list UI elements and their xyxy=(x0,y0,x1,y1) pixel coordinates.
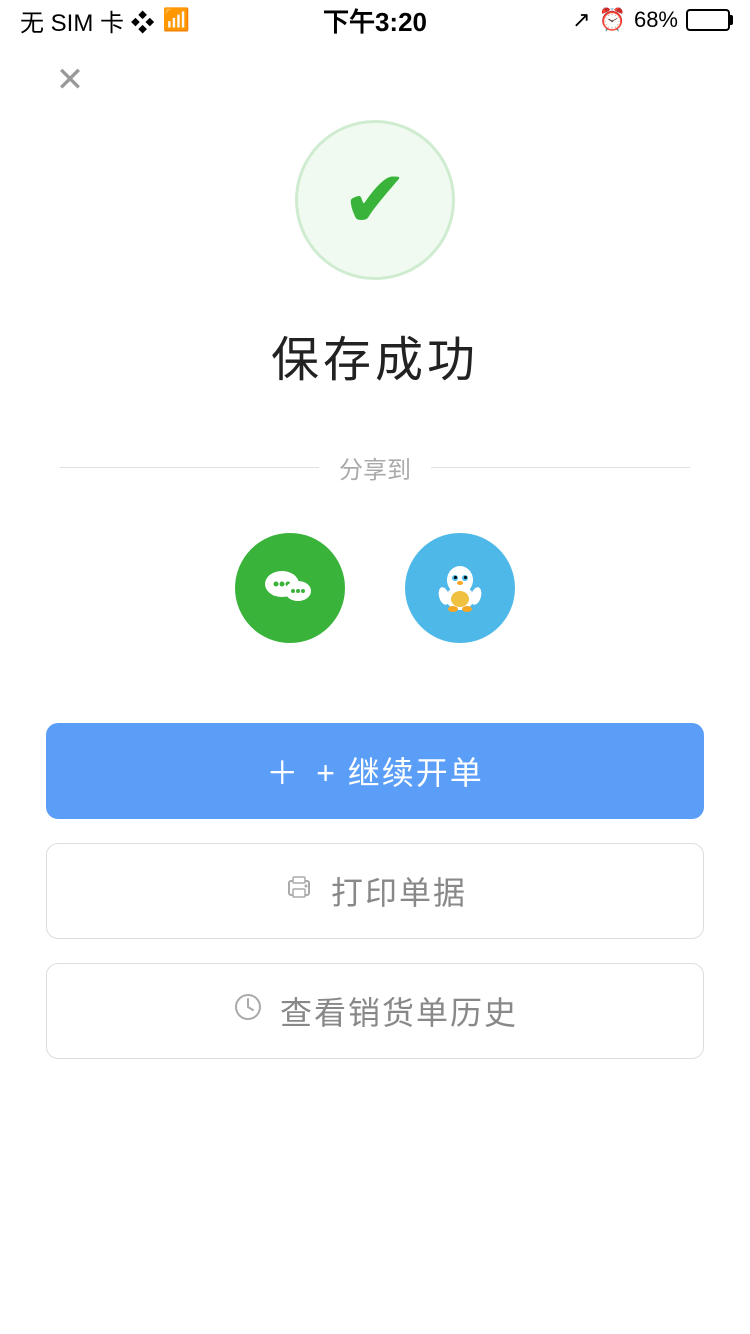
qq-icon xyxy=(430,558,490,618)
status-right: ↗ ⏰ 68% xyxy=(572,7,730,33)
status-time: 下午3:20 xyxy=(323,2,427,39)
battery-pct: 68% xyxy=(634,7,678,33)
print-label: 打印单据 xyxy=(331,868,467,914)
continue-order-button[interactable]: ＋ + 继续开单 xyxy=(46,723,704,819)
alarm-icon: ⏰ xyxy=(599,7,626,33)
main-content: ✔ 保存成功 分享到 xyxy=(0,40,750,1059)
history-label: 查看销货单历史 xyxy=(280,988,518,1034)
divider-right xyxy=(431,467,690,468)
print-icon xyxy=(283,871,315,911)
share-label: 分享到 xyxy=(319,450,431,485)
status-left: 无 SIM 卡 ❖ 📶 xyxy=(20,3,190,38)
status-bar: 无 SIM 卡 ❖ 📶 下午3:20 ↗ ⏰ 68% xyxy=(0,0,750,40)
share-divider: 分享到 xyxy=(0,450,750,485)
location-icon: ↗ xyxy=(572,7,590,33)
share-icons xyxy=(235,533,515,643)
battery-icon xyxy=(686,9,730,31)
qq-share-button[interactable] xyxy=(405,533,515,643)
history-icon xyxy=(232,991,264,1031)
sim-status: 无 SIM 卡 ❖ xyxy=(20,3,155,38)
success-circle: ✔ xyxy=(295,120,455,280)
close-icon: ✕ xyxy=(56,63,85,97)
wechat-share-button[interactable] xyxy=(235,533,345,643)
action-buttons: ＋ + 继续开单 打印单据 查看销货单历史 xyxy=(0,723,750,1059)
wechat-icon xyxy=(260,558,320,618)
checkmark-icon: ✔ xyxy=(341,160,408,240)
history-button[interactable]: 查看销货单历史 xyxy=(46,963,704,1059)
print-button[interactable]: 打印单据 xyxy=(46,843,704,939)
continue-order-label: + 继续开单 xyxy=(316,748,484,794)
close-button[interactable]: ✕ xyxy=(46,56,94,104)
success-title: 保存成功 xyxy=(271,320,479,390)
divider-left xyxy=(60,467,319,468)
wifi-icon: 📶 xyxy=(163,7,190,33)
plus-icon: ＋ xyxy=(266,748,300,794)
